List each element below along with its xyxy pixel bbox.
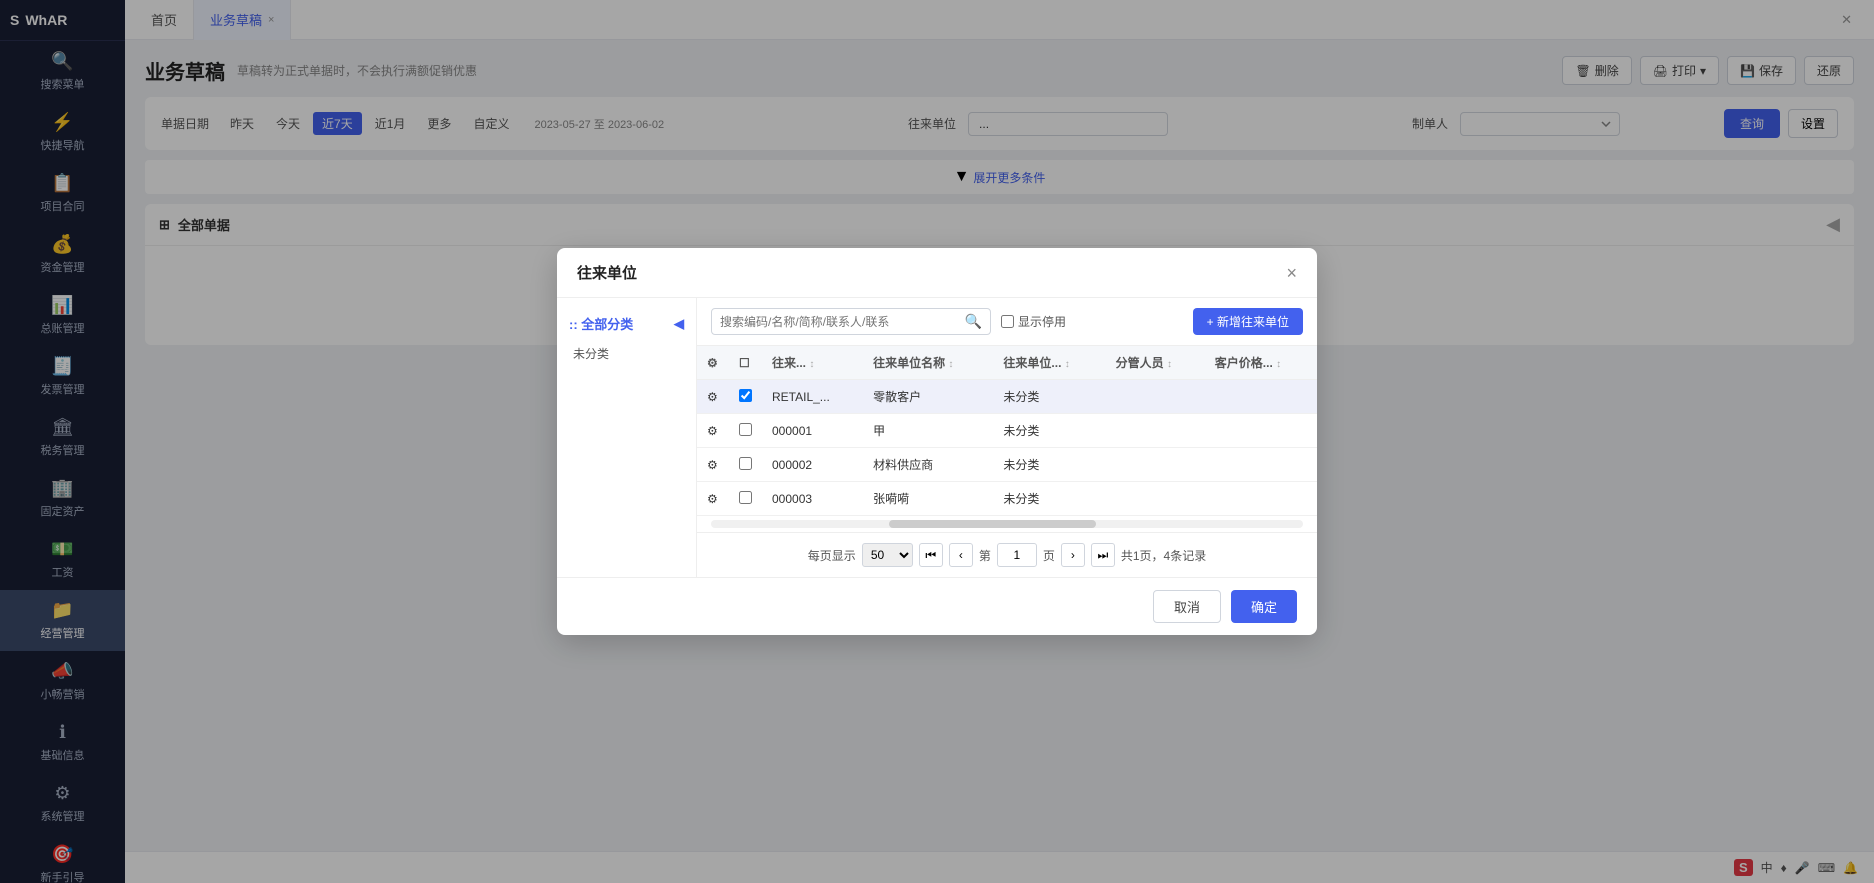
row-gear[interactable]: ⚙	[697, 380, 729, 414]
prev-page-button[interactable]: ‹	[949, 543, 973, 567]
search-input[interactable]	[720, 315, 959, 329]
row-gear[interactable]: ⚙	[697, 482, 729, 516]
row-gear[interactable]: ⚙	[697, 414, 729, 448]
modal-right-panel: 🔍 显示停用 + 新增往来单位 ⚙ ☐	[697, 298, 1317, 577]
row-checkbox[interactable]	[729, 482, 762, 516]
row-category: 未分类	[993, 380, 1105, 414]
table-row[interactable]: ⚙ 000001 甲 未分类	[697, 414, 1317, 448]
left-collapse-icon[interactable]: ◀	[674, 316, 684, 332]
scroll-thumb	[889, 520, 1096, 528]
partner-table: ⚙ ☐ 往来... ↕ 往来单位名称 ↕ 往来单位... ↕ 分管人员 ↕ 客户…	[697, 346, 1317, 516]
row-code: 000001	[762, 414, 863, 448]
first-page-button[interactable]: ⏮	[919, 543, 943, 567]
col-manager: 分管人员 ↕	[1106, 346, 1205, 380]
modal-toolbar: 🔍 显示停用 + 新增往来单位	[697, 298, 1317, 346]
modal-body: :: 全部分类 ◀ 未分类 🔍 显示停用 + 新增往来单	[557, 298, 1317, 577]
row-category: 未分类	[993, 482, 1105, 516]
row-category: 未分类	[993, 448, 1105, 482]
row-price	[1205, 380, 1317, 414]
page-unit: 页	[1043, 547, 1055, 564]
col-category: 往来单位... ↕	[993, 346, 1105, 380]
modal-close-button[interactable]: ×	[1286, 264, 1297, 282]
row-checkbox[interactable]	[729, 414, 762, 448]
row-category: 未分类	[993, 414, 1105, 448]
row-code: 000003	[762, 482, 863, 516]
col-name: 往来单位名称 ↕	[863, 346, 993, 380]
total-records: 共1页，4条记录	[1121, 547, 1206, 564]
table-row[interactable]: ⚙ 000002 材料供应商 未分类	[697, 448, 1317, 482]
row-code: RETAIL_...	[762, 380, 863, 414]
row-name: 张嗬嗬	[863, 482, 993, 516]
per-page-label: 每页显示	[808, 547, 856, 564]
per-page-select[interactable]: 50 100 200	[862, 543, 913, 567]
confirm-button[interactable]: 确定	[1231, 590, 1297, 623]
row-checkbox[interactable]	[729, 380, 762, 414]
add-partner-button[interactable]: + 新增往来单位	[1193, 308, 1303, 335]
show-disabled-label[interactable]: 显示停用	[1001, 313, 1066, 330]
row-manager	[1106, 380, 1205, 414]
row-name: 甲	[863, 414, 993, 448]
row-name: 材料供应商	[863, 448, 993, 482]
col-checkbox: ☐	[729, 346, 762, 380]
modal-header: 往来单位 ×	[557, 248, 1317, 298]
row-checkbox[interactable]	[729, 448, 762, 482]
left-panel-header: :: 全部分类 ◀	[557, 308, 696, 339]
table-header-row: ⚙ ☐ 往来... ↕ 往来单位名称 ↕ 往来单位... ↕ 分管人员 ↕ 客户…	[697, 346, 1317, 380]
row-price	[1205, 448, 1317, 482]
col-settings: ⚙	[697, 346, 729, 380]
last-page-button[interactable]: ⏭	[1091, 543, 1115, 567]
row-price	[1205, 482, 1317, 516]
left-item-uncategorized[interactable]: 未分类	[557, 339, 696, 368]
row-manager	[1106, 448, 1205, 482]
cancel-button[interactable]: 取消	[1153, 590, 1221, 623]
show-disabled-checkbox[interactable]	[1001, 315, 1014, 328]
row-gear[interactable]: ⚙	[697, 448, 729, 482]
row-price	[1205, 414, 1317, 448]
modal-footer: 取消 确定	[557, 577, 1317, 635]
col-price: 客户价格... ↕	[1205, 346, 1317, 380]
page-number-input[interactable]	[997, 543, 1037, 567]
table-row[interactable]: ⚙ 000003 张嗬嗬 未分类	[697, 482, 1317, 516]
modal-title: 往来单位	[577, 262, 637, 283]
next-page-button[interactable]: ›	[1061, 543, 1085, 567]
row-manager	[1106, 414, 1205, 448]
table-row[interactable]: ⚙ RETAIL_... 零散客户 未分类	[697, 380, 1317, 414]
modal-table-scroll: ⚙ ☐ 往来... ↕ 往来单位名称 ↕ 往来单位... ↕ 分管人员 ↕ 客户…	[697, 346, 1317, 516]
page-label: 第	[979, 547, 991, 564]
modal-overlay[interactable]: 往来单位 × :: 全部分类 ◀ 未分类 🔍	[0, 0, 1874, 883]
row-code: 000002	[762, 448, 863, 482]
modal-dialog: 往来单位 × :: 全部分类 ◀ 未分类 🔍	[557, 248, 1317, 635]
search-box: 🔍	[711, 308, 991, 335]
horizontal-scrollbar[interactable]	[711, 520, 1303, 528]
pagination-bar: 每页显示 50 100 200 ⏮ ‹ 第 页 › ⏭ 共1页，4条记录	[697, 532, 1317, 577]
row-name: 零散客户	[863, 380, 993, 414]
search-icon: 🔍	[965, 313, 982, 330]
modal-left-panel: :: 全部分类 ◀ 未分类	[557, 298, 697, 577]
row-manager	[1106, 482, 1205, 516]
col-code: 往来... ↕	[762, 346, 863, 380]
